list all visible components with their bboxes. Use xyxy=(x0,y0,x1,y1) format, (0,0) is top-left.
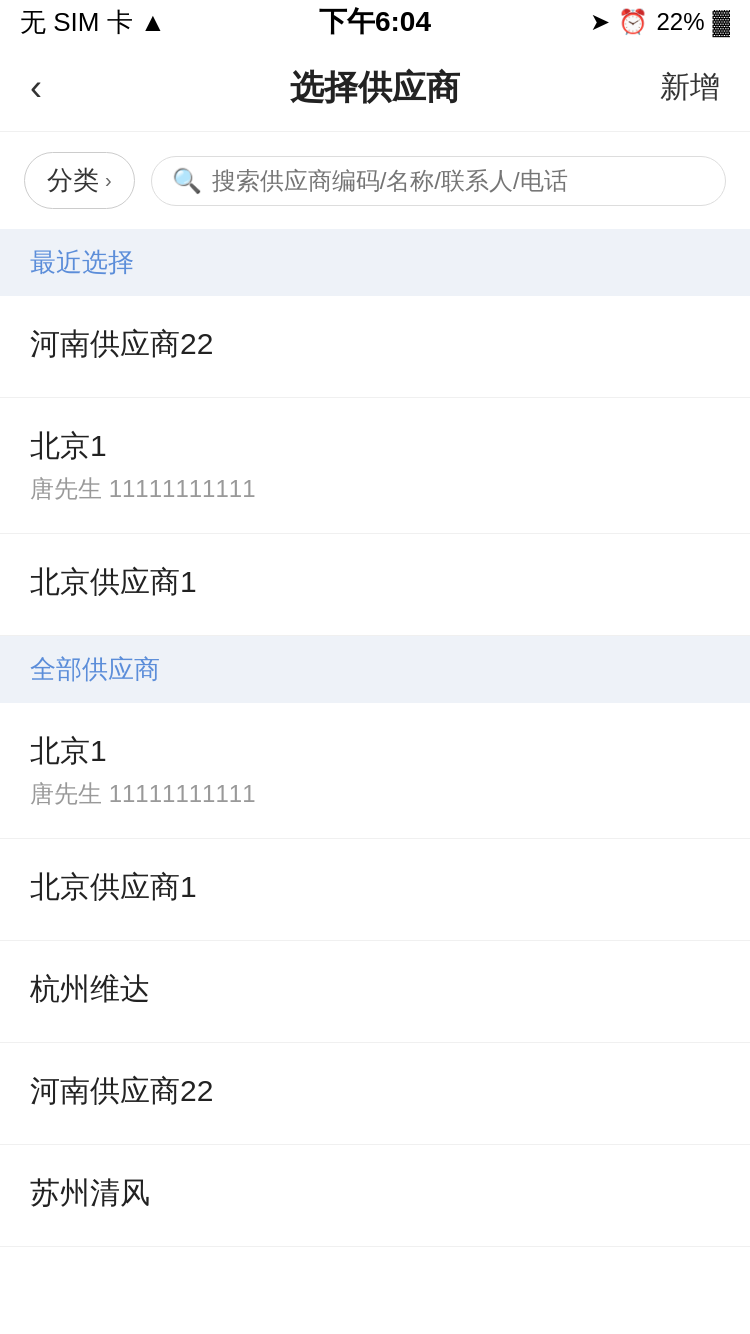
all-section-header: 全部供应商 xyxy=(0,636,750,703)
alarm-icon: ⏰ xyxy=(618,8,648,36)
item-name: 北京1 xyxy=(30,426,720,467)
battery-icon: ▓ xyxy=(713,8,731,36)
category-arrow-icon: › xyxy=(105,169,112,192)
status-left: 无 SIM 卡 ▲ xyxy=(20,5,166,40)
location-icon: ➤ xyxy=(590,8,610,36)
all-section-label: 全部供应商 xyxy=(30,654,160,684)
list-item[interactable]: 北京供应商1 xyxy=(0,534,750,636)
no-sim-text: 无 SIM 卡 ▲ xyxy=(20,5,166,40)
recent-section-header: 最近选择 xyxy=(0,229,750,296)
search-box[interactable]: 🔍 xyxy=(151,156,726,206)
list-item[interactable]: 杭州维达 xyxy=(0,941,750,1043)
filter-bar: 分类 › 🔍 xyxy=(0,132,750,229)
all-list: 北京1 唐先生 11111111111 北京供应商1 杭州维达河南供应商22 苏州清风 xyxy=(0,703,750,1247)
page-title: 选择供应商 xyxy=(290,65,460,111)
status-time: 下午6:04 xyxy=(319,3,431,41)
item-name: 杭州维达 xyxy=(30,969,720,1010)
list-item[interactable]: 北京1 唐先生 11111111111 xyxy=(0,398,750,534)
list-item[interactable]: 北京1 唐先生 11111111111 xyxy=(0,703,750,839)
list-item[interactable]: 河南供应商22 xyxy=(0,296,750,398)
recent-list: 河南供应商22 北京1 唐先生 11111111111 北京供应商1 xyxy=(0,296,750,636)
search-input[interactable] xyxy=(212,167,705,195)
status-bar: 无 SIM 卡 ▲ 下午6:04 ➤ ⏰ 22% ▓ xyxy=(0,0,750,44)
item-name: 河南供应商22 xyxy=(30,1071,720,1112)
search-icon: 🔍 xyxy=(172,167,202,195)
list-item[interactable]: 北京供应商1 xyxy=(0,839,750,941)
category-label: 分类 xyxy=(47,163,99,198)
item-name: 北京供应商1 xyxy=(30,867,720,908)
list-item[interactable]: 苏州清风 xyxy=(0,1145,750,1247)
recent-section-label: 最近选择 xyxy=(30,247,134,277)
item-name: 北京供应商1 xyxy=(30,562,720,603)
item-name: 河南供应商22 xyxy=(30,324,720,365)
battery-text: 22% xyxy=(656,8,704,36)
add-button[interactable]: 新增 xyxy=(660,67,720,108)
item-detail: 唐先生 11111111111 xyxy=(30,778,720,810)
nav-bar: ‹ 选择供应商 新增 xyxy=(0,44,750,132)
list-item[interactable]: 河南供应商22 xyxy=(0,1043,750,1145)
status-right: ➤ ⏰ 22% ▓ xyxy=(590,8,730,36)
item-name: 北京1 xyxy=(30,731,720,772)
item-detail: 唐先生 11111111111 xyxy=(30,473,720,505)
item-name: 苏州清风 xyxy=(30,1173,720,1214)
category-button[interactable]: 分类 › xyxy=(24,152,135,209)
back-button[interactable]: ‹ xyxy=(30,67,90,109)
